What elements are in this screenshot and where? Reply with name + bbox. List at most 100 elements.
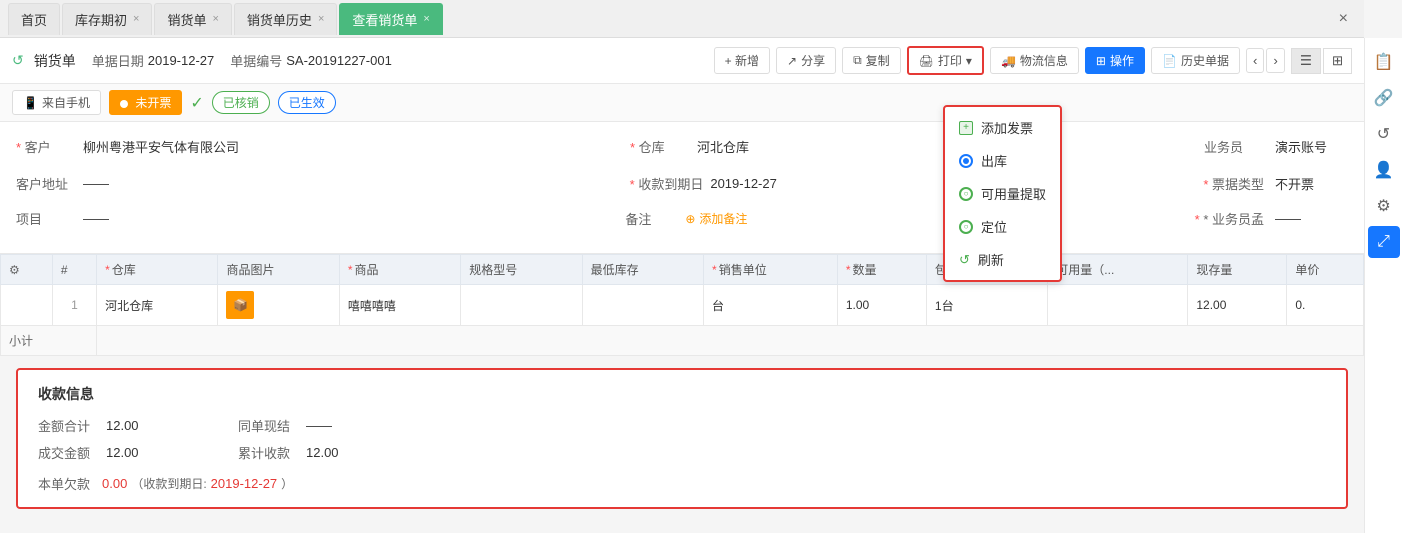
sidebar-icon-user[interactable]: 👤 — [1368, 154, 1400, 186]
nav-next-button[interactable]: › — [1266, 48, 1284, 73]
print-dropdown-icon: ▾ — [966, 54, 972, 68]
row-actions — [1, 285, 53, 326]
doc-date-label: 单据日期 — [92, 51, 144, 70]
dropdown-refresh[interactable]: ↺ 刷新 — [945, 243, 1060, 276]
add-invoice-icon: + — [959, 121, 973, 135]
tab-inventory-init[interactable]: 库存期初 × — [62, 3, 152, 35]
new-button[interactable]: + 新增 — [714, 47, 770, 74]
cumulative-payment-value: 12.00 — [306, 445, 339, 460]
from-phone-label: 来自手机 — [42, 94, 90, 111]
outbound-icon — [959, 154, 973, 168]
effective-badge[interactable]: 已生效 — [278, 91, 336, 114]
dropdown-add-invoice[interactable]: + 添加发票 — [945, 111, 1060, 144]
add-note-label: 添加备注 — [699, 210, 747, 227]
doc-meta: 单据日期 2019-12-27 单据编号 SA-20191227-001 — [92, 51, 392, 70]
sidebar-icon-refresh[interactable]: ↺ — [1368, 118, 1400, 150]
nav-prev-button[interactable]: ‹ — [1246, 48, 1264, 73]
settings-icon[interactable]: ⚙ — [9, 263, 20, 277]
tab-view-sales[interactable]: 查看销货单 × — [339, 3, 442, 35]
confirmed-badge[interactable]: 已核销 — [212, 91, 270, 114]
tab-sales-history-label: 销货单历史 — [247, 10, 312, 29]
tab-bar: 首页 库存期初 × 销货单 × 销货单历史 × 查看销货单 × × — [0, 0, 1364, 38]
th-settings[interactable]: ⚙ — [1, 255, 53, 285]
staff-value[interactable]: 演示账号 — [1268, 134, 1348, 159]
tab-sales-history[interactable]: 销货单历史 × — [234, 3, 337, 35]
view-grid-button[interactable]: ⊞ — [1323, 48, 1352, 74]
transaction-amount-value: 12.00 — [106, 445, 139, 460]
customer-addr-field: 客户地址 —— — [16, 173, 590, 194]
dropdown-locate[interactable]: ○ 定位 — [945, 210, 1060, 243]
sales-staff-value[interactable]: —— — [1268, 208, 1348, 229]
dropdown-available-qty[interactable]: ○ 可用量提取 — [945, 177, 1060, 210]
payment-date-field: 收款到期日 2019-12-27 — [630, 173, 1204, 194]
dropdown-outbound[interactable]: 出库 — [945, 144, 1060, 177]
row-available — [1048, 285, 1188, 326]
tab-inventory-init-close[interactable]: × — [133, 13, 139, 25]
same-order-row: 同单现结 —— — [238, 416, 438, 435]
print-button-label: 打印 — [938, 52, 962, 69]
doc-number-field: 单据编号 SA-20191227-001 — [230, 51, 392, 70]
ops-button[interactable]: ⊞ 操作 — [1085, 47, 1145, 74]
row-pack-qty: 1台 — [926, 285, 1047, 326]
sidebar-icon-settings[interactable]: ⚙ — [1368, 190, 1400, 222]
due-date-value: 2019-12-27 — [211, 476, 278, 491]
phone-icon: 📱 — [23, 96, 38, 110]
project-value[interactable]: —— — [76, 208, 156, 229]
th-spec: 规格型号 — [461, 255, 582, 285]
th-current-stock: 现存量 — [1188, 255, 1287, 285]
transaction-amount-label: 成交金额 — [38, 443, 98, 462]
not-open-badge[interactable]: 未开票 — [109, 90, 182, 115]
view-list-button[interactable]: ☰ — [1291, 48, 1321, 74]
row-min-stock — [582, 285, 703, 326]
customer-addr-value[interactable]: —— — [76, 173, 156, 194]
window-close-button[interactable]: × — [1331, 6, 1356, 32]
total-amount-row: 金额合计 12.00 — [38, 416, 238, 435]
customer-value[interactable]: 柳州粤港平安气体有限公司 — [76, 134, 246, 159]
print-button[interactable]: 🖨 打印 ▾ — [907, 46, 984, 75]
product-image: 📦 — [226, 291, 254, 319]
row-num: 1 — [52, 285, 96, 326]
from-phone-button[interactable]: 📱 来自手机 — [12, 90, 101, 115]
doc-number-value: SA-20191227-001 — [286, 53, 392, 68]
tab-view-sales-close[interactable]: × — [423, 13, 429, 25]
ops-button-label: 操作 — [1110, 52, 1134, 69]
copy-button[interactable]: ⧉ 复制 — [842, 47, 901, 74]
outbound-label: 出库 — [981, 151, 1007, 170]
doc-header: ↺ 销货单 单据日期 2019-12-27 单据编号 SA-20191227-0… — [0, 38, 1364, 84]
invoice-type-value[interactable]: 不开票 — [1268, 171, 1348, 196]
th-sales-unit: *销售单位 — [704, 255, 838, 285]
warehouse-value[interactable]: 河北仓库 — [690, 134, 770, 159]
sidebar-icon-link[interactable]: 🔗 — [1368, 82, 1400, 114]
add-note-plus-icon: ⊕ — [685, 212, 695, 226]
add-note-button[interactable]: ⊕ 添加备注 — [685, 210, 747, 227]
subtotal-label: 小计 — [1, 326, 97, 356]
logistics-button[interactable]: 🚚 物流信息 — [990, 47, 1079, 74]
payment-date-value[interactable]: 2019-12-27 — [703, 173, 784, 194]
share-button[interactable]: ↗ 分享 — [776, 47, 836, 74]
sidebar-icon-expand[interactable]: ⤢ — [1368, 226, 1400, 258]
tab-inventory-init-label: 库存期初 — [75, 10, 127, 29]
total-amount-label: 金额合计 — [38, 416, 98, 435]
table-container: ⚙ # *仓库 商品图片 *商品 规格型号 最低库存 *销售单位 *数量 包装数… — [0, 254, 1364, 356]
doc-type-label: 销货单 — [34, 51, 76, 71]
form-row-1: 客户 柳州粤港平安气体有限公司 仓库 河北仓库 业务员 演示账号 — [16, 134, 1348, 159]
tab-sales-order-close[interactable]: × — [212, 13, 218, 25]
customer-label: 客户 — [16, 137, 76, 156]
row-spec — [461, 285, 582, 326]
history-button-label: 历史单据 — [1181, 52, 1229, 69]
tab-home-label: 首页 — [21, 10, 47, 29]
staff-label: 业务员 — [1204, 137, 1264, 156]
sales-staff-field: * 业务员孟 —— — [1195, 208, 1348, 229]
subtotal-values — [97, 326, 1364, 356]
tab-home[interactable]: 首页 — [8, 3, 60, 35]
product-image-icon: 📦 — [233, 298, 248, 312]
not-open-label: 未开票 — [135, 96, 171, 110]
tab-sales-history-close[interactable]: × — [318, 13, 324, 25]
history-button[interactable]: 📄 历史单据 — [1151, 47, 1240, 74]
invoice-type-field: 票据类型 不开票 — [1203, 171, 1348, 196]
tab-sales-order[interactable]: 销货单 × — [154, 3, 231, 35]
th-warehouse: *仓库 — [97, 255, 218, 285]
sidebar-icon-clipboard[interactable]: 📋 — [1368, 46, 1400, 78]
subtotal-row: 小计 — [1, 326, 1364, 356]
form-row-2: 客户地址 —— 收款到期日 2019-12-27 票据类型 不开票 — [16, 171, 1348, 196]
